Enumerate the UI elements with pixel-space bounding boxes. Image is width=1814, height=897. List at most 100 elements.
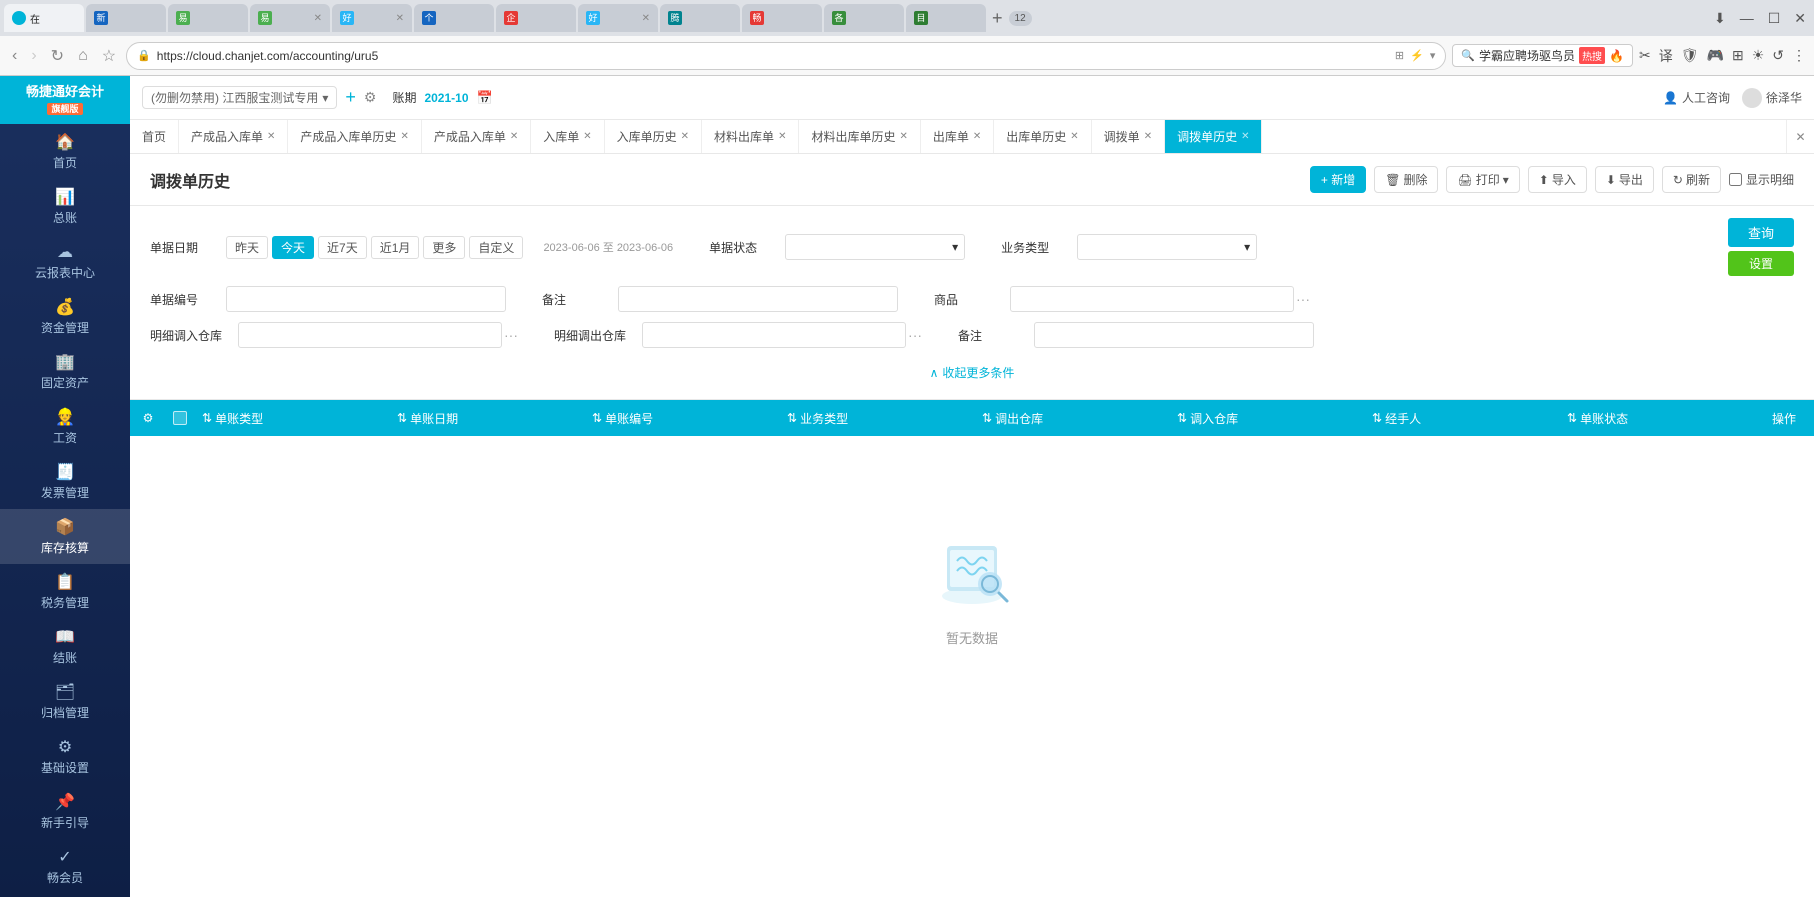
page-tab-11[interactable]: 调拨单历史 ✕: [1165, 120, 1262, 153]
sidebar-item-tax[interactable]: 📋 税务管理: [0, 564, 130, 619]
sidebar-item-settings[interactable]: ⚙ 基础设置: [0, 729, 130, 784]
biz-type-select[interactable]: ▾: [1077, 234, 1257, 260]
sidebar-item-inventory[interactable]: 📦 库存核算: [0, 509, 130, 564]
tab-close-4[interactable]: ✕: [396, 13, 404, 24]
browser-tab-7[interactable]: 好 ✕: [578, 4, 658, 32]
date-btn-more[interactable]: 更多: [423, 236, 465, 259]
display-toggle[interactable]: 显示明细: [1729, 171, 1794, 188]
maximize-button[interactable]: ☐: [1764, 8, 1785, 29]
refresh-button[interactable]: ↻ 刷新: [1662, 166, 1721, 193]
tab-x-7[interactable]: ✕: [899, 131, 907, 142]
tab-x-2[interactable]: ✕: [400, 131, 408, 142]
date-btn-7days[interactable]: 近7天: [318, 236, 367, 259]
browser-tab-5[interactable]: 个: [414, 4, 494, 32]
user-profile[interactable]: 徐泽华: [1742, 88, 1802, 108]
company-selector[interactable]: (勿删勿禁用) 江西服宝测试专用 ▾: [142, 86, 337, 109]
date-btn-1month[interactable]: 近1月: [371, 236, 420, 259]
translate-icon[interactable]: 译: [1659, 46, 1673, 66]
grid-icon[interactable]: ⊞: [1732, 47, 1744, 64]
th-gear[interactable]: ⚙: [130, 411, 166, 425]
page-tab-4[interactable]: 入库单 ✕: [531, 120, 604, 153]
th-checkbox[interactable]: [166, 411, 194, 425]
page-tab-5[interactable]: 入库单历史 ✕: [605, 120, 702, 153]
shield-icon[interactable]: 🛡: [1681, 47, 1699, 64]
print-button[interactable]: 🖨 打印 ▾: [1446, 166, 1519, 193]
sidebar-item-closing[interactable]: 📖 结账: [0, 619, 130, 674]
page-tab-7[interactable]: 材料出库单历史 ✕: [799, 120, 920, 153]
browser-tab-6[interactable]: 企: [496, 4, 576, 32]
remarks-input[interactable]: [618, 286, 898, 312]
th-doc-number[interactable]: ⇅ 单账编号: [584, 410, 779, 427]
add-company-button[interactable]: +: [345, 87, 356, 108]
display-checkbox[interactable]: [1729, 173, 1742, 186]
service-button[interactable]: 👤 人工咨询: [1663, 89, 1730, 106]
undo-icon[interactable]: ↺: [1772, 47, 1784, 64]
downloads-button[interactable]: ⬇: [1710, 8, 1730, 29]
sidebar-item-invoice[interactable]: 🧾 发票管理: [0, 454, 130, 509]
th-handler[interactable]: ⇅ 经手人: [1364, 410, 1559, 427]
tab-x-4[interactable]: ✕: [583, 131, 591, 142]
home-button[interactable]: ⌂: [74, 45, 92, 67]
sidebar-item-assets[interactable]: 🏢 固定资产: [0, 344, 130, 399]
browser-tab-3[interactable]: 易 ✕: [250, 4, 330, 32]
delete-button[interactable]: 🗑 删除: [1374, 166, 1438, 193]
sidebar-item-ledger[interactable]: 📊 总账: [0, 179, 130, 234]
gear-settings-button[interactable]: ⚙: [364, 89, 377, 106]
date-btn-today[interactable]: 今天: [272, 236, 314, 259]
forward-button[interactable]: ›: [27, 45, 40, 67]
tab-close-7[interactable]: ✕: [642, 13, 650, 24]
tab-x-9[interactable]: ✕: [1070, 131, 1078, 142]
page-tab-10[interactable]: 调拨单 ✕: [1092, 120, 1165, 153]
sidebar-item-home[interactable]: 🏠 首页: [0, 124, 130, 179]
doc-number-input[interactable]: [226, 286, 506, 312]
tab-x-10[interactable]: ✕: [1144, 131, 1152, 142]
browser-tab-8[interactable]: 腾: [660, 4, 740, 32]
tab-x-5[interactable]: ✕: [681, 131, 689, 142]
minimize-button[interactable]: —: [1736, 8, 1758, 28]
sidebar-item-member[interactable]: ✓ 畅会员: [0, 839, 130, 894]
date-btn-custom[interactable]: 自定义: [469, 236, 523, 259]
warehouse-out-dots-icon[interactable]: ···: [908, 327, 922, 343]
page-tab-6[interactable]: 材料出库单 ✕: [702, 120, 799, 153]
browser-tab-10[interactable]: 各: [824, 4, 904, 32]
page-tab-2[interactable]: 产成品入库单历史 ✕: [288, 120, 421, 153]
page-tab-home[interactable]: 首页: [130, 120, 179, 153]
browser-tab-11[interactable]: 目: [906, 4, 986, 32]
page-tab-1[interactable]: 产成品入库单 ✕: [179, 120, 288, 153]
sidebar-item-salary[interactable]: 👷 工资: [0, 399, 130, 454]
warehouse-in-input[interactable]: [238, 322, 502, 348]
scissors-icon[interactable]: ✂: [1639, 47, 1651, 64]
url-box[interactable]: 🔒 https://cloud.chanjet.com/accounting/u…: [126, 42, 1446, 70]
sidebar-item-finance[interactable]: 💰 资金管理: [0, 289, 130, 344]
status-select[interactable]: ▾: [785, 234, 965, 260]
tab-x-3[interactable]: ✕: [510, 131, 518, 142]
goods-dots-icon[interactable]: ···: [1296, 291, 1310, 307]
refresh-nav-button[interactable]: ↻: [47, 44, 68, 68]
sidebar-item-report[interactable]: ☁ 云报表中心: [0, 234, 130, 289]
page-tab-9[interactable]: 出库单历史 ✕: [994, 120, 1091, 153]
sidebar-item-guide[interactable]: 📌 新手引导: [0, 784, 130, 839]
query-button[interactable]: 查询: [1728, 218, 1794, 247]
th-biz-type[interactable]: ⇅ 业务类型: [779, 410, 974, 427]
page-tab-8[interactable]: 出库单 ✕: [921, 120, 994, 153]
bookmark-button[interactable]: ☆: [98, 44, 120, 68]
warehouse-in-dots-icon[interactable]: ···: [504, 327, 518, 343]
browser-tab-logo[interactable]: 在: [4, 4, 84, 32]
tab-x-1[interactable]: ✕: [267, 131, 275, 142]
new-button[interactable]: + 新增: [1310, 166, 1366, 193]
new-tab-button[interactable]: +: [988, 8, 1007, 29]
tab-x-6[interactable]: ✕: [778, 131, 786, 142]
browser-tab-2[interactable]: 易: [168, 4, 248, 32]
export-button[interactable]: ⬇ 导出: [1595, 166, 1654, 193]
settings-btn[interactable]: 设置: [1728, 251, 1794, 276]
game-icon[interactable]: 🎮: [1707, 47, 1724, 64]
calendar-icon[interactable]: 📅: [477, 90, 493, 106]
collapse-button[interactable]: ∧ 收起更多条件: [150, 358, 1794, 387]
period-value[interactable]: 2021-10: [424, 91, 468, 105]
sidebar-item-archive[interactable]: 🗂 归档管理: [0, 674, 130, 729]
import-button[interactable]: ⬆ 导入: [1528, 166, 1587, 193]
th-transfer-out[interactable]: ⇅ 调出仓库: [974, 410, 1169, 427]
goods-input[interactable]: [1010, 286, 1294, 312]
tab-x-11[interactable]: ✕: [1241, 131, 1249, 142]
close-all-tabs-button[interactable]: ✕: [1786, 120, 1814, 153]
